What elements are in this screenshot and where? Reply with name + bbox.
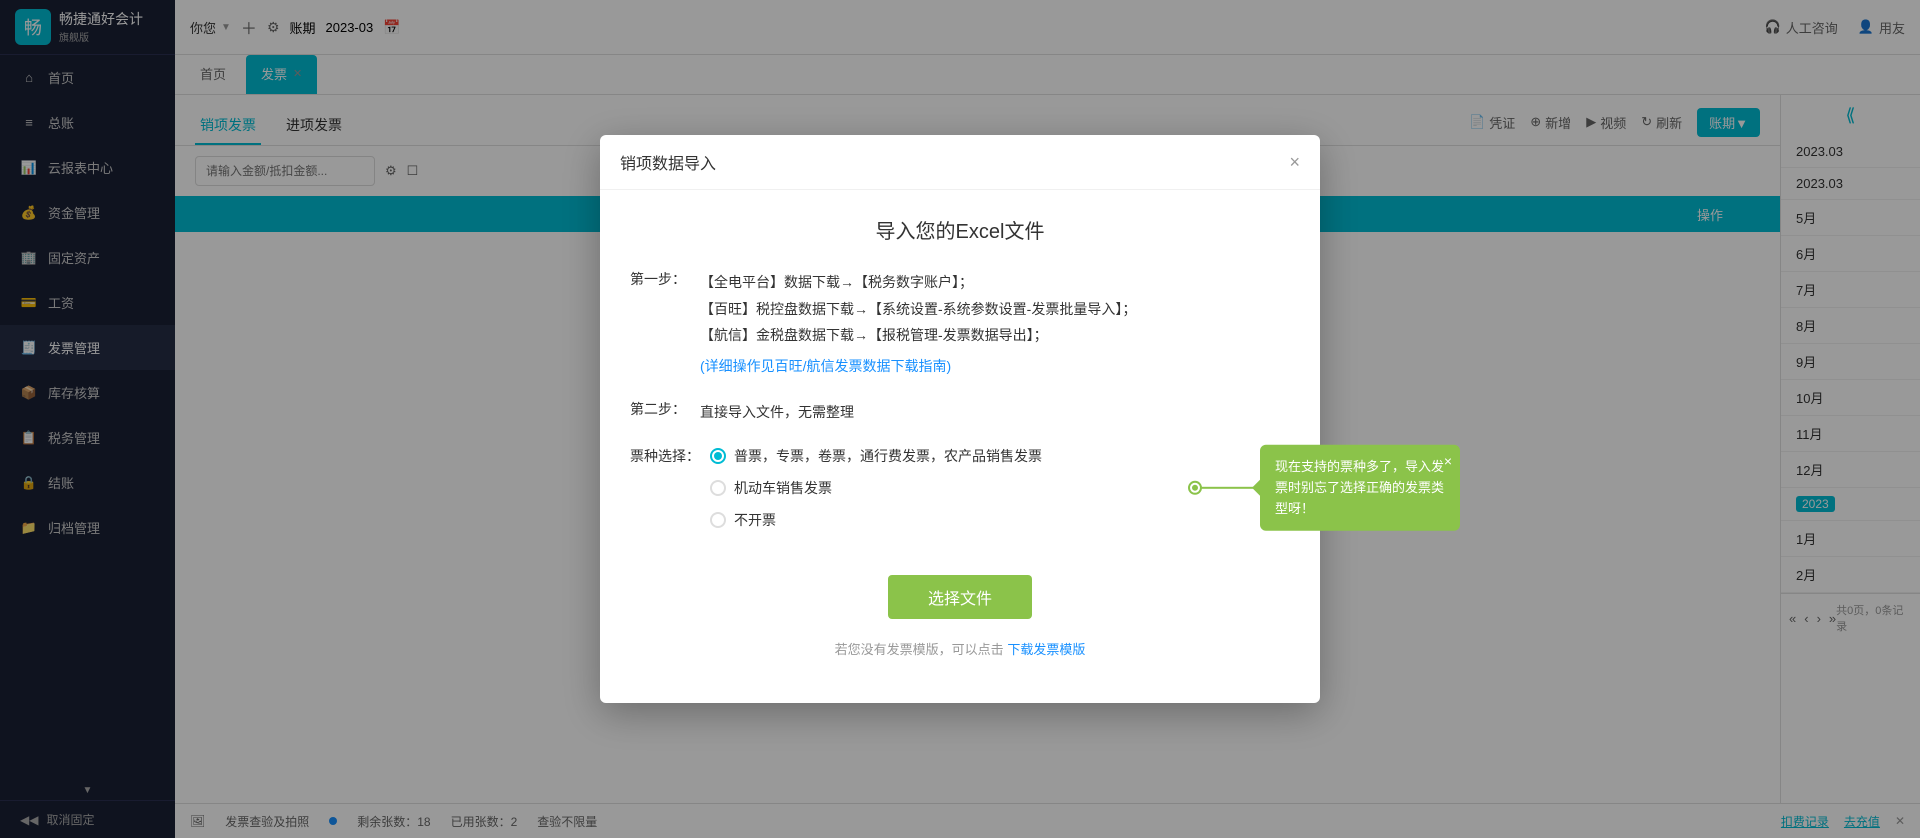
radio-item-2[interactable]: 机动车销售发票 × 现在支持的票种多了，导入发票时别忘了选择正确的发票类型呀！ [710,478,1042,498]
tooltip-bubble: × 现在支持的票种多了，导入发票时别忘了选择正确的发票类型呀！ [1260,445,1460,531]
step1-line1: 【全电平台】数据下载→【税务数字账户】； [700,269,1136,296]
modal-close-button[interactable]: × [1289,152,1300,173]
step1-link: (详细操作见百旺/航信发票数据下载指南) [700,353,1136,380]
tooltip-close-button[interactable]: × [1444,450,1452,472]
tooltip-line [1200,487,1260,489]
step1-line3: 【航信】金税盘数据下载→【报税管理-发票数据导出】； [700,322,1136,349]
ticket-selector: 票种选择： 普票，专票，卷票，通行费发票，农产品销售发票 机动车销售发票 [630,446,1290,555]
step1-content: 【全电平台】数据下载→【税务数字账户】； 【百旺】税控盘数据下载→【系统设置-系… [700,269,1136,379]
radio-item-1[interactable]: 普票，专票，卷票，通行费发票，农产品销售发票 [710,446,1042,466]
radio-label-3: 不开票 [734,510,776,530]
radio-label-1: 普票，专票，卷票，通行费发票，农产品销售发票 [734,446,1042,466]
step2-row: 第二步： 直接导入文件，无需整理 [630,399,1290,426]
modal-subtitle: 导入您的Excel文件 [630,215,1290,244]
radio-circle-2[interactable] [710,480,726,496]
download-template-link[interactable]: 下载发票模版 [1007,642,1085,657]
step2-label: 第二步： [630,399,690,426]
modal-btn-row: 选择文件 [630,575,1290,619]
tooltip-dot [1190,483,1200,493]
radio-circle-3[interactable] [710,512,726,528]
modal-body: 导入您的Excel文件 第一步： 【全电平台】数据下载→【税务数字账户】； 【百… [600,190,1320,703]
tooltip-text: 现在支持的票种多了，导入发票时别忘了选择正确的发票类型呀！ [1275,459,1444,516]
radio-label-2: 机动车销售发票 [734,478,832,498]
step2-content: 直接导入文件，无需整理 [700,399,854,426]
radio-item-3[interactable]: 不开票 [710,510,1042,530]
guide-link[interactable]: (详细操作见百旺/航信发票数据下载指南) [700,358,951,374]
modal-header: 销项数据导入 × [600,135,1320,190]
footer-text: 若您没有发票模版，可以点击 [835,642,1004,657]
radio-inner-1 [714,452,722,460]
import-modal: 销项数据导入 × 导入您的Excel文件 第一步： 【全电平台】数据下载→【税务… [600,135,1320,703]
modal-title: 销项数据导入 [620,150,716,174]
select-file-button[interactable]: 选择文件 [888,575,1032,619]
step1-label: 第一步： [630,269,690,379]
radio-circle-1[interactable] [710,448,726,464]
tooltip-connector: × 现在支持的票种多了，导入发票时别忘了选择正确的发票类型呀！ [1190,445,1460,531]
step-1: 第一步： 【全电平台】数据下载→【税务数字账户】； 【百旺】税控盘数据下载→【系… [630,269,1290,379]
modal-footer: 若您没有发票模版，可以点击 下载发票模版 [630,639,1290,678]
modal-overlay: 销项数据导入 × 导入您的Excel文件 第一步： 【全电平台】数据下载→【税务… [0,0,1920,838]
step1-line2: 【百旺】税控盘数据下载→【系统设置-系统参数设置-发票批量导入】； [700,296,1136,323]
radio-group: 普票，专票，卷票，通行费发票，农产品销售发票 机动车销售发票 × 现在支持的票种… [710,446,1042,530]
step1-row: 第一步： 【全电平台】数据下载→【税务数字账户】； 【百旺】税控盘数据下载→【系… [630,269,1290,379]
step-2: 第二步： 直接导入文件，无需整理 [630,399,1290,426]
ticket-label: 票种选择： [630,446,700,466]
